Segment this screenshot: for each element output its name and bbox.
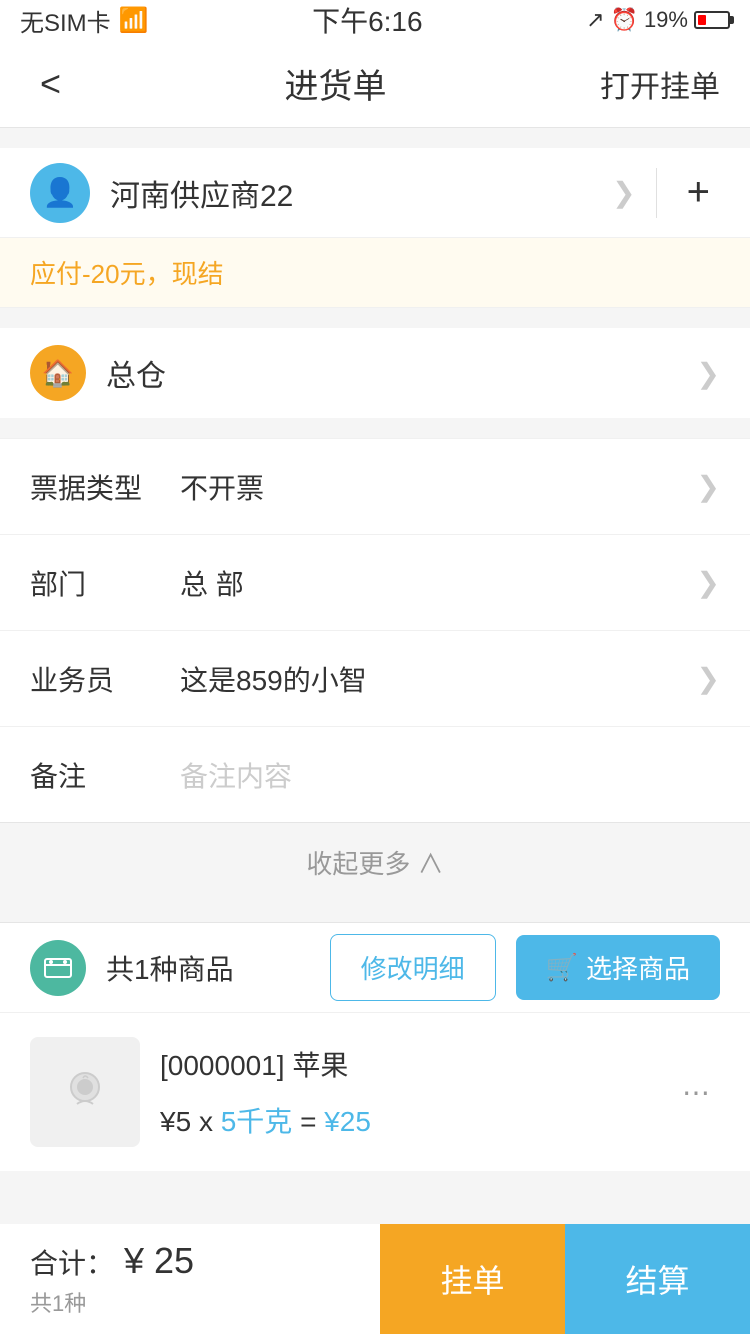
- status-carrier: 无SIM卡 📶: [20, 3, 149, 38]
- carrier-text: 无SIM卡: [20, 3, 111, 38]
- wifi-icon: 📶: [119, 6, 149, 35]
- product-title: 苹果: [292, 1050, 348, 1081]
- remark-label: 备注: [30, 755, 160, 795]
- add-button[interactable]: +: [677, 170, 720, 215]
- equals-sign: =: [300, 1106, 324, 1137]
- select-product-label: 选择商品: [586, 949, 690, 986]
- product-code: [0000001]: [160, 1050, 285, 1081]
- products-icon: [30, 940, 86, 996]
- total-amount: ¥ 25: [124, 1240, 194, 1282]
- total-sub: 共1种: [30, 1286, 350, 1318]
- products-count: 共1种商品: [106, 948, 310, 988]
- cart-icon: 🛒: [546, 952, 578, 983]
- price-separator: x: [199, 1106, 221, 1137]
- hang-button[interactable]: 挂单: [380, 1224, 565, 1334]
- supplier-notice: 应付-20元，现结: [0, 238, 750, 308]
- section-gap-4: [0, 902, 750, 922]
- remark-row[interactable]: 备注 备注内容: [0, 726, 750, 822]
- ticket-type-label: 票据类型: [30, 467, 160, 507]
- ticket-type-row[interactable]: 票据类型 不开票 ❯: [0, 438, 750, 534]
- status-bar: 无SIM卡 📶 下午6:16 ↗ ⏰ 19%: [0, 0, 750, 40]
- status-time: 下午6:16: [312, 0, 423, 40]
- section-gap-3: [0, 418, 750, 438]
- page-title: 进货单: [285, 59, 387, 108]
- form-section: 票据类型 不开票 ❯ 部门 总 部 ❯ 业务员 这是859的小智 ❯ 备注 备注…: [0, 438, 750, 822]
- open-hang-button[interactable]: 打开挂单: [600, 62, 720, 106]
- department-chevron-icon: ❯: [697, 566, 720, 599]
- total-section: 合计： ¥ 25 共1种: [0, 1240, 380, 1318]
- alarm-icon: ⏰: [611, 7, 638, 33]
- unit-price: ¥5: [160, 1106, 191, 1137]
- salesperson-value: 这是859的小智: [180, 659, 687, 699]
- battery-icon: [694, 11, 730, 29]
- total-price: ¥25: [324, 1106, 371, 1137]
- supplier-section: 👤 河南供应商22 ❯ + 应付-20元，现结: [0, 148, 750, 308]
- warehouse-icon: 🏠: [30, 345, 86, 401]
- nav-bar: < 进货单 打开挂单: [0, 40, 750, 128]
- ticket-type-chevron-icon: ❯: [697, 470, 720, 503]
- edit-detail-button[interactable]: 修改明细: [330, 934, 496, 1001]
- remark-value: 备注内容: [180, 755, 720, 795]
- section-gap-2: [0, 308, 750, 328]
- supplier-avatar: 👤: [30, 163, 90, 223]
- total-label: 合计： ¥ 25: [30, 1240, 350, 1282]
- select-product-button[interactable]: 🛒 选择商品: [516, 935, 720, 1000]
- location-icon: ↗: [586, 7, 604, 33]
- divider: [656, 168, 657, 218]
- bottom-bar: 合计： ¥ 25 共1种 挂单 结算: [0, 1224, 750, 1334]
- department-value: 总 部: [180, 563, 687, 603]
- quantity: 5千克: [221, 1106, 293, 1137]
- collapse-bar[interactable]: 收起更多 ∧: [0, 822, 750, 902]
- supplier-row[interactable]: 👤 河南供应商22 ❯ +: [0, 148, 750, 238]
- salesperson-row[interactable]: 业务员 这是859的小智 ❯: [0, 630, 750, 726]
- products-header: 共1种商品 修改明细 🛒 选择商品: [0, 922, 750, 1012]
- supplier-name: 河南供应商22: [110, 171, 602, 215]
- salesperson-chevron-icon: ❯: [697, 662, 720, 695]
- checkout-button[interactable]: 结算: [565, 1224, 750, 1334]
- product-more-button[interactable]: ⋯: [672, 1066, 720, 1119]
- product-name: [0000001] 苹果: [160, 1044, 652, 1084]
- salesperson-label: 业务员: [30, 659, 160, 699]
- supplier-chevron-icon: ❯: [612, 176, 635, 209]
- back-button[interactable]: <: [30, 53, 71, 115]
- warehouse-chevron-icon: ❯: [697, 357, 720, 390]
- ticket-type-value: 不开票: [180, 467, 687, 507]
- product-info: [0000001] 苹果 ¥5 x 5千克 = ¥25: [160, 1044, 652, 1140]
- product-thumbnail: [30, 1037, 140, 1147]
- warehouse-row[interactable]: 🏠 总仓 ❯: [0, 328, 750, 418]
- warehouse-name: 总仓: [106, 351, 687, 395]
- status-indicators: ↗ ⏰ 19%: [586, 7, 730, 33]
- product-price: ¥5 x 5千克 = ¥25: [160, 1100, 652, 1140]
- product-item: [0000001] 苹果 ¥5 x 5千克 = ¥25 ⋯: [0, 1012, 750, 1171]
- battery-text: 19%: [644, 7, 688, 33]
- department-label: 部门: [30, 563, 160, 603]
- warehouse-section: 🏠 总仓 ❯: [0, 328, 750, 418]
- total-text: 合计：: [30, 1242, 114, 1282]
- products-section: 共1种商品 修改明细 🛒 选择商品 [0000001] 苹果 ¥5 x: [0, 922, 750, 1171]
- section-gap-1: [0, 128, 750, 148]
- department-row[interactable]: 部门 总 部 ❯: [0, 534, 750, 630]
